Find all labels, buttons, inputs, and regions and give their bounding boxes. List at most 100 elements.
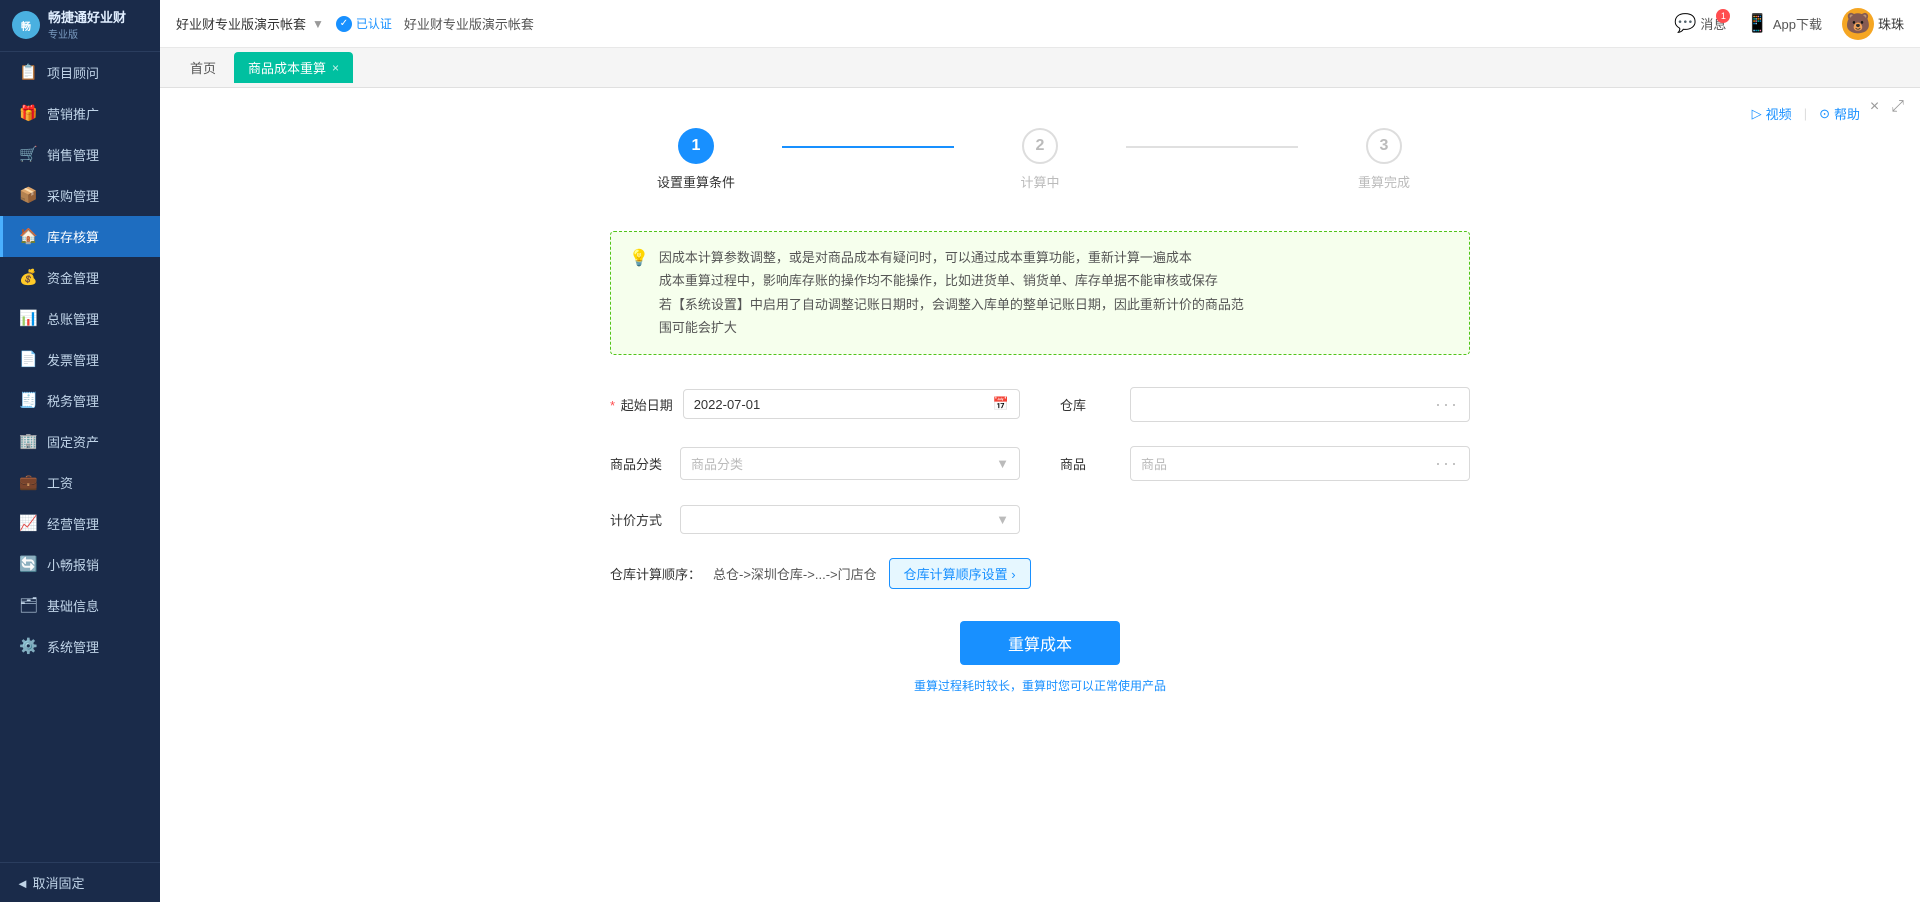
messages-button[interactable]: 💬 消息 1 [1674, 13, 1726, 34]
finance-icon: 💰 [19, 268, 37, 286]
sidebar-item-system[interactable]: ⚙️ 系统管理 [0, 626, 160, 667]
sidebar-item-purchase[interactable]: 📦 采购管理 [0, 175, 160, 216]
category-select[interactable]: 商品分类 ▼ [680, 447, 1020, 480]
warehouse-order-row: 仓库计算顺序： 总仓->深圳仓库->...->门店仓 仓库计算顺序设置 › [610, 558, 1470, 589]
tab-close-icon[interactable]: × [332, 61, 339, 75]
main-area: 好业财专业版演示帐套 ▼ ✓ 已认证 好业财专业版演示帐套 💬 消息 1 📱 A… [160, 0, 1920, 902]
window-expand-button[interactable]: ⤢ [1891, 98, 1904, 116]
payroll-icon: 💼 [19, 473, 37, 491]
expense-icon: 🔄 [19, 555, 37, 573]
sidebar-item-payroll[interactable]: 💼 工资 [0, 462, 160, 503]
info-box: 💡 因成本计算参数调整，或是对商品成本有疑问时，可以通过成本重算功能，重新计算一… [610, 231, 1470, 355]
info-icon: 💡 [629, 248, 649, 340]
sidebar-item-assets[interactable]: 🏢 固定资产 [0, 421, 160, 462]
sidebar-item-project[interactable]: 📋 项目顾问 [0, 52, 160, 93]
warehouse-order-settings-button[interactable]: 仓库计算顺序设置 › [889, 558, 1031, 589]
app-subtitle: 专业版 [48, 26, 126, 41]
account-chevron-icon: ▼ [312, 17, 324, 31]
sidebar-item-operations[interactable]: 📈 经营管理 [0, 503, 160, 544]
start-date-input[interactable]: 2022-07-01 📅 [683, 389, 1020, 419]
project-icon: 📋 [19, 63, 37, 81]
inventory-icon: 🏠 [19, 227, 37, 245]
sidebar-item-marketing[interactable]: 🎁 营销推广 [0, 93, 160, 134]
warehouse-more-icon[interactable]: ··· [1435, 394, 1459, 415]
sidebar-item-finance[interactable]: 💰 资金管理 [0, 257, 160, 298]
logo-text: 畅 [21, 18, 31, 33]
sidebar-item-invoice[interactable]: 📄 发票管理 [0, 339, 160, 380]
sidebar-nav: 📋 项目顾问 🎁 营销推广 🛒 销售管理 📦 采购管理 🏠 库存核算 💰 资金管… [0, 52, 160, 862]
username: 珠珠 [1878, 14, 1904, 33]
step-2-circle: 2 [1022, 128, 1058, 164]
video-help-button[interactable]: ▷ 视频 [1752, 104, 1792, 123]
start-date-field: * 起始日期 2022-07-01 📅 [610, 389, 1020, 419]
sidebar-item-basic[interactable]: 🗂 基础信息 [0, 585, 160, 626]
window-controls: × ⤢ [1870, 98, 1904, 116]
step-2-label: 计算中 [1020, 172, 1059, 191]
operations-icon: 📈 [19, 514, 37, 532]
submit-button[interactable]: 重算成本 [960, 621, 1120, 665]
tab-home-label: 首页 [190, 58, 216, 77]
start-date-label: * 起始日期 [610, 395, 673, 414]
topbar: 好业财专业版演示帐套 ▼ ✓ 已认证 好业财专业版演示帐套 💬 消息 1 📱 A… [160, 0, 1920, 48]
sidebar-item-label-tax: 税务管理 [47, 391, 99, 410]
sidebar-item-accounting[interactable]: 📊 总账管理 [0, 298, 160, 339]
pricing-field: 计价方式 ▼ [610, 505, 1020, 534]
start-date-value: 2022-07-01 [694, 397, 761, 412]
warehouse-order-label: 仓库计算顺序： [610, 564, 701, 583]
tab-home[interactable]: 首页 [176, 52, 230, 83]
calendar-icon[interactable]: 📅 [993, 396, 1009, 412]
basic-icon: 🗂 [19, 596, 37, 614]
user-profile[interactable]: 🐻 珠珠 [1842, 8, 1904, 40]
info-line-3: 若【系统设置】中启用了自动调整记账日期时，会调整入库单的整单记账日期，因此重新计… [659, 293, 1244, 316]
info-line-1: 因成本计算参数调整，或是对商品成本有疑问时，可以通过成本重算功能，重新计算一遍成… [659, 246, 1244, 269]
sidebar-brand: 畅捷通好业财 专业版 [48, 10, 126, 41]
sidebar-item-expense[interactable]: 🔄 小畅报销 [0, 544, 160, 585]
sidebar-pin-toggle[interactable]: ◄ 取消固定 [0, 862, 160, 902]
help-button[interactable]: ⊙ 帮助 [1819, 104, 1860, 123]
sidebar-item-label-project: 项目顾问 [47, 63, 99, 82]
sidebar-item-label-finance: 资金管理 [47, 268, 99, 287]
video-label: 视频 [1766, 104, 1792, 123]
play-icon: ▷ [1752, 106, 1762, 122]
sidebar: 畅 畅捷通好业财 专业版 📋 项目顾问 🎁 营销推广 🛒 销售管理 📦 采购管理… [0, 0, 160, 902]
question-icon: ⊙ [1819, 106, 1830, 122]
category-field: 商品分类 商品分类 ▼ [610, 447, 1020, 480]
content-area: × ⤢ ▷ 视频 | ⊙ 帮助 1 设置重算条件 [160, 88, 1920, 902]
sidebar-item-label-invoice: 发票管理 [47, 350, 99, 369]
form-section: * 起始日期 2022-07-01 📅 仓库 ··· [610, 387, 1470, 694]
accounting-icon: 📊 [19, 309, 37, 327]
sidebar-item-inventory[interactable]: 🏠 库存核算 [0, 216, 160, 257]
app-download-button[interactable]: 📱 App下载 [1746, 13, 1822, 34]
sidebar-header: 畅 畅捷通好业财 专业版 [0, 0, 160, 52]
pricing-select[interactable]: ▼ [680, 505, 1020, 534]
help-label: 帮助 [1834, 104, 1860, 123]
goods-field: 商品 商品 ··· [1060, 446, 1470, 481]
purchase-icon: 📦 [19, 186, 37, 204]
verified-label: 已认证 [356, 15, 392, 32]
step-1: 1 设置重算条件 [610, 128, 782, 191]
pricing-label: 计价方式 [610, 510, 670, 529]
category-label: 商品分类 [610, 454, 670, 473]
step-3-circle: 3 [1366, 128, 1402, 164]
sales-icon: 🛒 [19, 145, 37, 163]
message-icon: 💬 [1674, 13, 1696, 34]
form-row-3: 计价方式 ▼ [610, 505, 1470, 534]
goods-more-icon[interactable]: ··· [1435, 453, 1459, 474]
tax-icon: 🧾 [19, 391, 37, 409]
account-selector-container[interactable]: 好业财专业版演示帐套 ▼ [176, 14, 324, 33]
sidebar-item-label-system: 系统管理 [47, 637, 99, 656]
sidebar-item-tax[interactable]: 🧾 税务管理 [0, 380, 160, 421]
warehouse-input[interactable]: ··· [1130, 387, 1470, 422]
sidebar-item-label-expense: 小畅报销 [47, 555, 99, 574]
goods-input[interactable]: 商品 ··· [1130, 446, 1470, 481]
sidebar-item-sales[interactable]: 🛒 销售管理 [0, 134, 160, 175]
warehouse-label: 仓库 [1060, 395, 1120, 414]
window-close-button[interactable]: × [1870, 98, 1879, 116]
step-line-1 [782, 146, 954, 148]
step-1-label: 设置重算条件 [657, 172, 735, 191]
tab-cost-recalculate[interactable]: 商品成本重算 × [234, 52, 353, 83]
system-icon: ⚙️ [19, 637, 37, 655]
sidebar-item-label-assets: 固定资产 [47, 432, 99, 451]
sidebar-item-label-purchase: 采购管理 [47, 186, 99, 205]
sidebar-item-label-accounting: 总账管理 [47, 309, 99, 328]
